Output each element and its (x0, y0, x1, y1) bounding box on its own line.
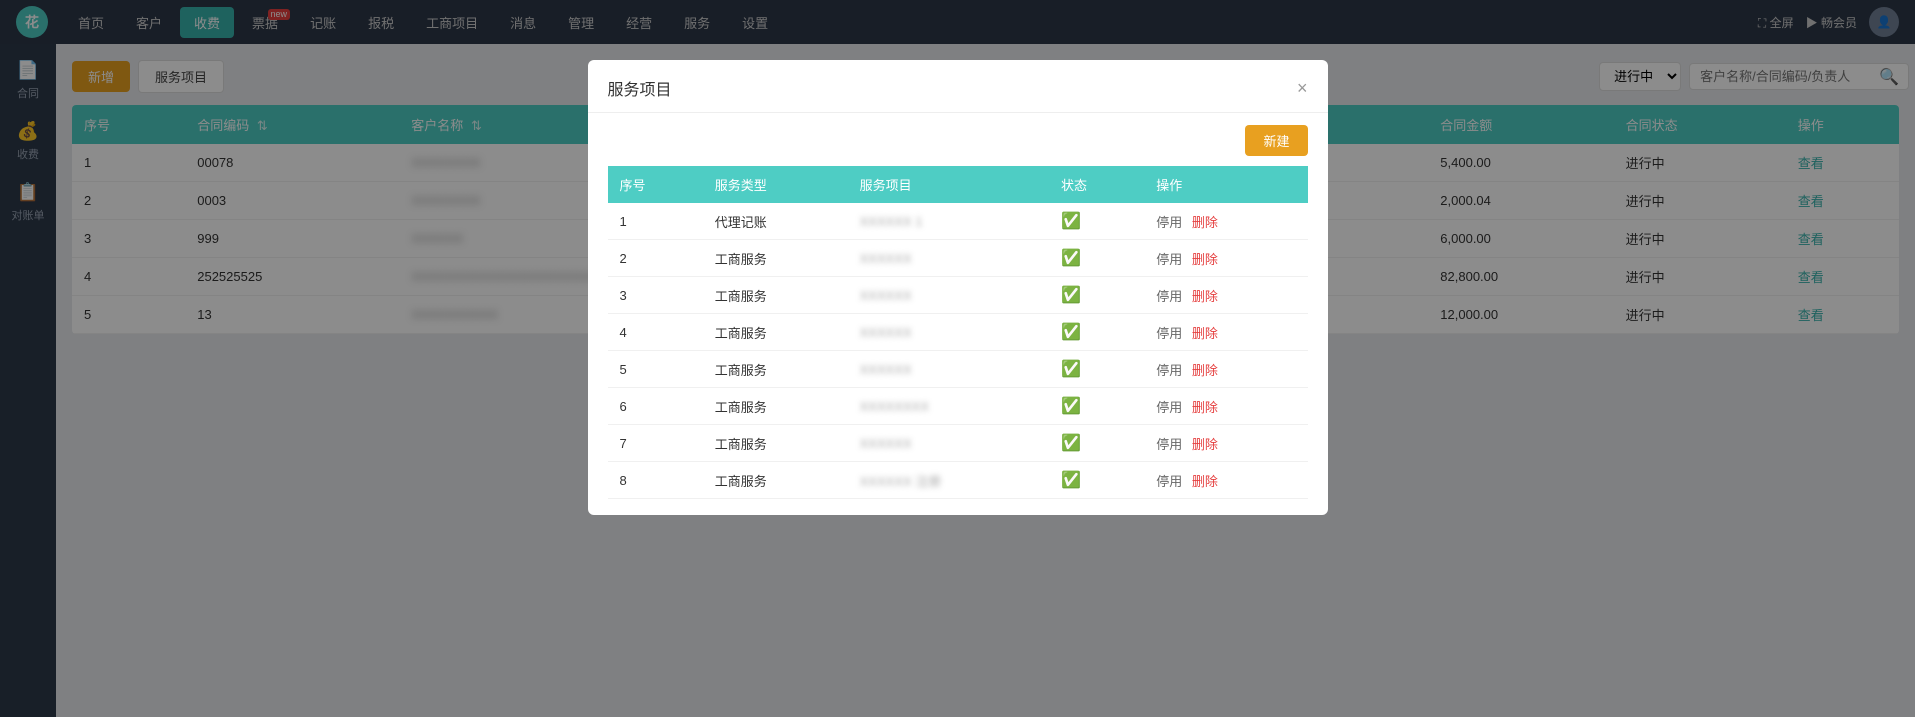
stop-button[interactable]: 停用 (1156, 474, 1182, 489)
modal-cell-seq: 8 (608, 462, 703, 499)
modal-cell-item: XXXXXX 1 (848, 203, 1049, 240)
modal-cell-type: 工商服务 (703, 240, 848, 277)
modal-cell-type: 工商服务 (703, 425, 848, 462)
modal-table-row: 1 代理记账 XXXXXX 1 ✅ 停用 删除 (608, 203, 1308, 240)
delete-button[interactable]: 删除 (1192, 474, 1218, 489)
modal-cell-action: 停用 删除 (1144, 388, 1307, 425)
stop-button[interactable]: 停用 (1156, 215, 1182, 230)
modal-cell-type: 工商服务 (703, 388, 848, 425)
modal-cell-item: XXXXXX (848, 314, 1049, 351)
modal-cell-seq: 7 (608, 425, 703, 462)
modal-scroll[interactable]: 序号 服务类型 服务项目 状态 操作 1 代理记账 XXXXXX 1 ✅ 停用 … (608, 166, 1308, 499)
modal-cell-seq: 6 (608, 388, 703, 425)
modal-cell-seq: 3 (608, 277, 703, 314)
modal-col-seq: 序号 (608, 166, 703, 203)
modal-cell-item: XXXXXX (848, 425, 1049, 462)
delete-button[interactable]: 删除 (1192, 326, 1218, 341)
modal-cell-action: 停用 删除 (1144, 240, 1307, 277)
modal-cell-status: ✅ (1049, 240, 1144, 277)
modal-cell-action: 停用 删除 (1144, 277, 1307, 314)
modal-col-item: 服务项目 (848, 166, 1049, 203)
stop-button[interactable]: 停用 (1156, 400, 1182, 415)
modal-table-row: 2 工商服务 XXXXXX ✅ 停用 删除 (608, 240, 1308, 277)
modal-table-row: 3 工商服务 XXXXXX ✅ 停用 删除 (608, 277, 1308, 314)
modal-cell-seq: 2 (608, 240, 703, 277)
modal-table-row: 4 工商服务 XXXXXX ✅ 停用 删除 (608, 314, 1308, 351)
delete-button[interactable]: 删除 (1192, 215, 1218, 230)
modal-table-row: 8 工商服务 XXXXXX 注册 ✅ 停用 删除 (608, 462, 1308, 499)
stop-button[interactable]: 停用 (1156, 437, 1182, 452)
modal-title: 服务项目 (608, 76, 672, 100)
modal-new-button[interactable]: 新建 (1245, 125, 1307, 156)
delete-button[interactable]: 删除 (1192, 289, 1218, 304)
modal-cell-seq: 1 (608, 203, 703, 240)
modal-cell-item: XXXXXX (848, 277, 1049, 314)
modal-cell-status: ✅ (1049, 388, 1144, 425)
service-items-table: 序号 服务类型 服务项目 状态 操作 1 代理记账 XXXXXX 1 ✅ 停用 … (608, 166, 1308, 499)
modal-cell-status: ✅ (1049, 425, 1144, 462)
delete-button[interactable]: 删除 (1192, 252, 1218, 267)
stop-button[interactable]: 停用 (1156, 363, 1182, 378)
modal-cell-item: XXXXXX (848, 240, 1049, 277)
modal-cell-seq: 5 (608, 351, 703, 388)
modal-cell-item: XXXXXX 注册 (848, 462, 1049, 499)
modal-col-status: 状态 (1049, 166, 1144, 203)
modal-table-row: 6 工商服务 XXXXXXXX ✅ 停用 删除 (608, 388, 1308, 425)
delete-button[interactable]: 删除 (1192, 363, 1218, 378)
modal-cell-action: 停用 删除 (1144, 351, 1307, 388)
delete-button[interactable]: 删除 (1192, 437, 1218, 452)
modal-cell-status: ✅ (1049, 203, 1144, 240)
modal-cell-action: 停用 删除 (1144, 314, 1307, 351)
modal-col-action: 操作 (1144, 166, 1307, 203)
modal-toolbar: 新建 (608, 125, 1308, 156)
stop-button[interactable]: 停用 (1156, 289, 1182, 304)
modal-close-button[interactable]: × (1297, 79, 1308, 97)
modal-body: 新建 序号 服务类型 服务项目 状态 操作 1 代理记账 XXXXXX (588, 113, 1328, 515)
modal-cell-action: 停用 删除 (1144, 203, 1307, 240)
modal-cell-status: ✅ (1049, 277, 1144, 314)
modal-overlay[interactable]: 服务项目 × 新建 序号 服务类型 服务项目 状态 操作 (0, 0, 1915, 717)
service-items-modal: 服务项目 × 新建 序号 服务类型 服务项目 状态 操作 (588, 60, 1328, 515)
modal-table-row: 5 工商服务 XXXXXX ✅ 停用 删除 (608, 351, 1308, 388)
modal-cell-action: 停用 删除 (1144, 462, 1307, 499)
modal-table-row: 7 工商服务 XXXXXX ✅ 停用 删除 (608, 425, 1308, 462)
modal-cell-type: 工商服务 (703, 462, 848, 499)
stop-button[interactable]: 停用 (1156, 252, 1182, 267)
modal-cell-status: ✅ (1049, 314, 1144, 351)
modal-col-type: 服务类型 (703, 166, 848, 203)
modal-cell-type: 工商服务 (703, 351, 848, 388)
modal-cell-action: 停用 删除 (1144, 425, 1307, 462)
modal-header: 服务项目 × (588, 60, 1328, 113)
modal-cell-status: ✅ (1049, 462, 1144, 499)
modal-cell-item: XXXXXXXX (848, 388, 1049, 425)
modal-cell-type: 工商服务 (703, 314, 848, 351)
modal-cell-type: 工商服务 (703, 277, 848, 314)
modal-cell-status: ✅ (1049, 351, 1144, 388)
stop-button[interactable]: 停用 (1156, 326, 1182, 341)
modal-cell-item: XXXXXX (848, 351, 1049, 388)
delete-button[interactable]: 删除 (1192, 400, 1218, 415)
modal-cell-type: 代理记账 (703, 203, 848, 240)
modal-cell-seq: 4 (608, 314, 703, 351)
